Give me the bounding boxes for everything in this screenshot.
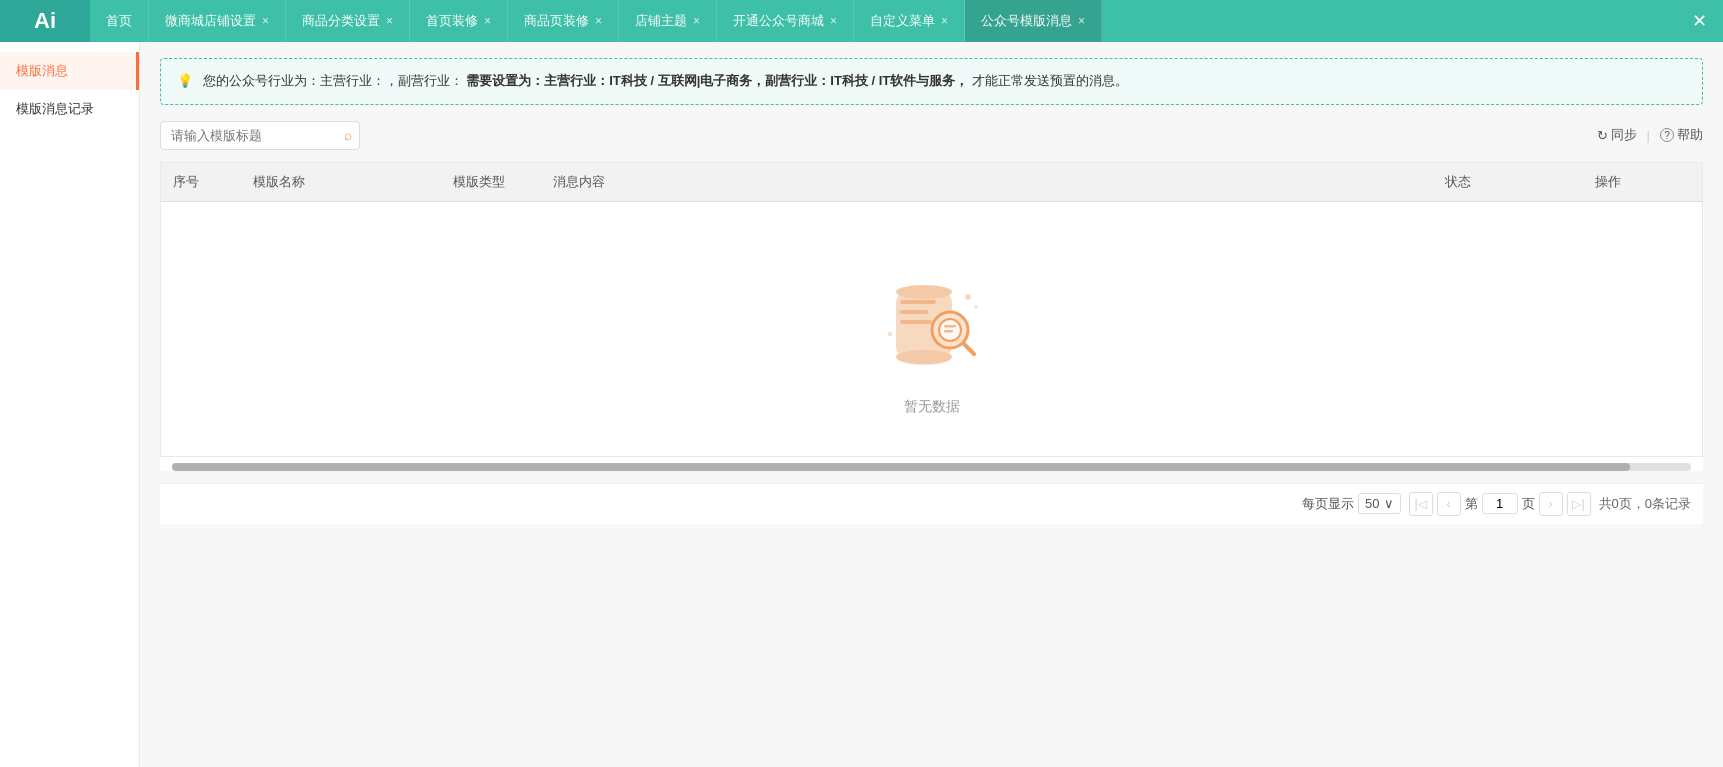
empty-text: 暂无数据 bbox=[904, 398, 960, 416]
data-table: 序号 模版名称 模版类型 消息内容 状态 操作 bbox=[160, 162, 1703, 457]
nav-tab-product-page[interactable]: 商品页装修 × bbox=[508, 0, 619, 42]
notice-icon: 💡 bbox=[177, 73, 193, 88]
search-input-wrap: ⌕ bbox=[160, 121, 360, 150]
main-layout: 模版消息 模版消息记录 💡 您的公众号行业为：主营行业：，副营行业： 需要设置为… bbox=[0, 42, 1723, 767]
col-header-index: 序号 bbox=[161, 162, 241, 201]
svg-rect-10 bbox=[944, 325, 956, 328]
close-all-button[interactable]: ✕ bbox=[1676, 0, 1723, 42]
sync-label: 同步 bbox=[1611, 126, 1637, 144]
page-number-input[interactable] bbox=[1482, 493, 1518, 514]
total-records-text: 共0页，0条记录 bbox=[1599, 495, 1691, 513]
toolbar-divider: | bbox=[1647, 128, 1650, 143]
close-icon[interactable]: × bbox=[484, 14, 491, 28]
sidebar: 模版消息 模版消息记录 bbox=[0, 42, 140, 767]
svg-point-6 bbox=[896, 350, 952, 364]
notice-box: 💡 您的公众号行业为：主营行业：，副营行业： 需要设置为：主营行业：IT科技 /… bbox=[160, 58, 1703, 105]
help-button[interactable]: ? 帮助 bbox=[1660, 126, 1703, 144]
close-icon[interactable]: × bbox=[1078, 14, 1085, 28]
svg-line-9 bbox=[963, 343, 974, 354]
empty-illustration bbox=[872, 262, 992, 382]
nav-tab-category[interactable]: 商品分类设置 × bbox=[286, 0, 410, 42]
svg-point-13 bbox=[974, 305, 978, 309]
sync-button[interactable]: ↻ 同步 bbox=[1597, 126, 1637, 144]
nav-tab-label: 商品分类设置 bbox=[302, 12, 380, 30]
next-page-button[interactable]: › bbox=[1539, 492, 1563, 516]
close-icon[interactable]: × bbox=[386, 14, 393, 28]
notice-highlight: 需要设置为：主营行业：IT科技 / 互联网|电子商务，副营行业：IT科技 / I… bbox=[466, 73, 968, 88]
help-label: 帮助 bbox=[1677, 126, 1703, 144]
search-input[interactable] bbox=[160, 121, 360, 150]
close-icon[interactable]: × bbox=[941, 14, 948, 28]
sidebar-item-template-msg[interactable]: 模版消息 bbox=[0, 52, 139, 90]
prev-page-icon: ‹ bbox=[1447, 497, 1451, 511]
chevron-down-icon: ∨ bbox=[1384, 496, 1394, 511]
nav-tab-label: 微商城店铺设置 bbox=[165, 12, 256, 30]
nav-tab-menu[interactable]: 自定义菜单 × bbox=[854, 0, 965, 42]
top-nav: Ai 首页 微商城店铺设置 × 商品分类设置 × 首页装修 × 商品页装修 × … bbox=[0, 0, 1723, 42]
next-page-icon: › bbox=[1549, 497, 1553, 511]
col-header-status: 状态 bbox=[1433, 162, 1583, 201]
nav-tab-homepage[interactable]: 首页装修 × bbox=[410, 0, 508, 42]
svg-point-5 bbox=[896, 285, 952, 299]
close-icon[interactable]: × bbox=[595, 14, 602, 28]
svg-rect-3 bbox=[900, 310, 928, 314]
col-header-content: 消息内容 bbox=[541, 162, 1433, 201]
col-header-type: 模版类型 bbox=[441, 162, 541, 201]
last-page-icon: ▷| bbox=[1572, 497, 1584, 511]
nav-tab-label: 自定义菜单 bbox=[870, 12, 935, 30]
svg-rect-4 bbox=[900, 320, 932, 324]
first-page-button[interactable]: |◁ bbox=[1409, 492, 1433, 516]
search-bar: ⌕ ↻ 同步 | ? 帮助 bbox=[160, 121, 1703, 150]
empty-state: 暂无数据 bbox=[161, 202, 1702, 456]
page-size-value: 50 bbox=[1365, 496, 1379, 511]
prev-page-button[interactable]: ‹ bbox=[1437, 492, 1461, 516]
sidebar-item-label: 模版消息记录 bbox=[16, 101, 94, 116]
nav-tab-label: 公众号模版消息 bbox=[981, 12, 1072, 30]
nav-tab-label: 商品页装修 bbox=[524, 12, 589, 30]
svg-rect-2 bbox=[900, 300, 936, 304]
search-icon[interactable]: ⌕ bbox=[344, 127, 352, 143]
page-label-pre: 第 bbox=[1465, 495, 1478, 513]
toolbar-right: ↻ 同步 | ? 帮助 bbox=[1597, 126, 1703, 144]
nav-tab-label: 首页 bbox=[106, 12, 132, 30]
svg-point-14 bbox=[887, 331, 892, 336]
pagination: 每页显示 50 ∨ |◁ ‹ 第 页 bbox=[160, 483, 1703, 524]
page-label-suf: 页 bbox=[1522, 495, 1535, 513]
app-logo: Ai bbox=[0, 0, 90, 42]
page-size-selector: 每页显示 50 ∨ bbox=[1302, 493, 1400, 514]
close-icon[interactable]: × bbox=[262, 14, 269, 28]
col-header-action: 操作 bbox=[1583, 162, 1703, 201]
sidebar-item-label: 模版消息 bbox=[16, 63, 68, 78]
close-icon[interactable]: × bbox=[693, 14, 700, 28]
page-navigation: |◁ ‹ 第 页 › ▷| bbox=[1409, 492, 1591, 516]
nav-tab-home[interactable]: 首页 bbox=[90, 0, 149, 42]
nav-tab-theme[interactable]: 店铺主题 × bbox=[619, 0, 717, 42]
close-icon[interactable]: × bbox=[830, 14, 837, 28]
nav-tab-label: 店铺主题 bbox=[635, 12, 687, 30]
sync-icon: ↻ bbox=[1597, 128, 1608, 143]
horizontal-scrollbar[interactable] bbox=[172, 463, 1691, 471]
notice-suffix: 才能正常发送预置的消息。 bbox=[972, 73, 1128, 88]
nav-tab-template-msg[interactable]: 公众号模版消息 × bbox=[965, 0, 1102, 42]
col-header-name: 模版名称 bbox=[241, 162, 441, 201]
content-area: 💡 您的公众号行业为：主营行业：，副营行业： 需要设置为：主营行业：IT科技 /… bbox=[140, 42, 1723, 767]
nav-tab-label: 首页装修 bbox=[426, 12, 478, 30]
page-size-dropdown[interactable]: 50 ∨ bbox=[1358, 493, 1400, 514]
nav-tab-mall[interactable]: 开通公众号商城 × bbox=[717, 0, 854, 42]
sidebar-item-template-msg-record[interactable]: 模版消息记录 bbox=[0, 90, 139, 128]
notice-prefix: 您的公众号行业为：主营行业：，副营行业： bbox=[203, 73, 463, 88]
svg-point-12 bbox=[965, 294, 971, 300]
nav-tab-label: 开通公众号商城 bbox=[733, 12, 824, 30]
nav-tab-shop-setting[interactable]: 微商城店铺设置 × bbox=[149, 0, 286, 42]
table-container: 序号 模版名称 模版类型 消息内容 状态 操作 bbox=[160, 162, 1703, 524]
help-icon: ? bbox=[1660, 128, 1674, 142]
scroll-thumb[interactable] bbox=[172, 463, 1630, 471]
first-page-icon: |◁ bbox=[1414, 497, 1426, 511]
svg-rect-11 bbox=[944, 330, 953, 333]
nav-tabs: 首页 微商城店铺设置 × 商品分类设置 × 首页装修 × 商品页装修 × 店铺主… bbox=[90, 0, 1676, 42]
last-page-button[interactable]: ▷| bbox=[1567, 492, 1591, 516]
per-page-label: 每页显示 bbox=[1302, 495, 1354, 513]
